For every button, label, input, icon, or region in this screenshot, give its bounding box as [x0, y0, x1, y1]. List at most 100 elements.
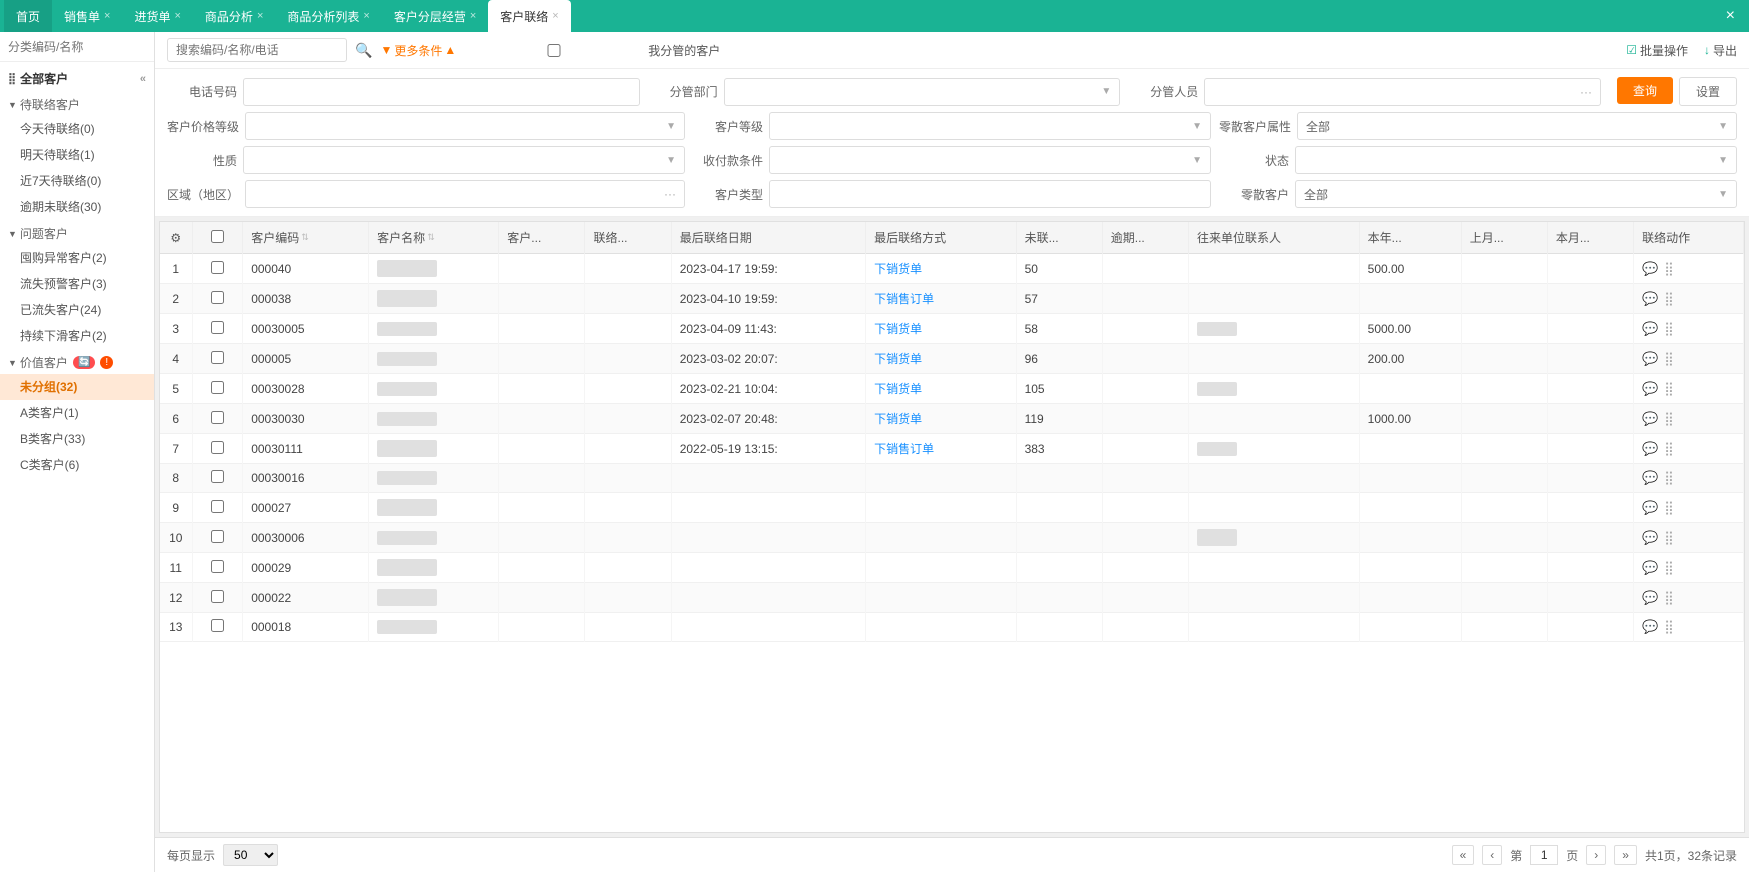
sort-icon-code[interactable]: ⇅ — [301, 232, 309, 243]
last-page-button[interactable]: » — [1614, 845, 1637, 865]
arrow-down-icon2: ▼ — [8, 229, 17, 239]
more-conditions-button[interactable]: ▼ 更多条件 ▲ — [380, 42, 456, 59]
close-purchase-order-icon[interactable]: × — [174, 10, 180, 22]
tab-customer-contact[interactable]: 客户联络 × — [488, 0, 570, 32]
customer-level-input[interactable]: ▼ — [769, 112, 1211, 140]
next-page-button[interactable]: › — [1586, 845, 1606, 865]
phone-input[interactable] — [243, 78, 640, 106]
per-page-select[interactable]: 50 100 200 — [223, 844, 278, 866]
query-button[interactable]: 查询 — [1617, 77, 1673, 104]
close-product-analysis-icon[interactable]: × — [257, 10, 263, 22]
sidebar-item-class-c[interactable]: C类客户(6) — [0, 452, 154, 478]
chat-icon[interactable]: 💬 — [1642, 470, 1658, 486]
sidebar-item-churn-warning[interactable]: 流失预警客户(3) — [0, 271, 154, 297]
chat-icon[interactable]: 💬 — [1642, 291, 1658, 307]
sidebar-item-churned[interactable]: 已流失客户(24) — [0, 297, 154, 323]
grid-action-icon[interactable]: ⣿ — [1664, 411, 1674, 427]
retail-attr-field: 零散客户属性 全部 ▼ — [1219, 112, 1737, 140]
price-level-input[interactable]: ▼ — [245, 112, 685, 140]
first-page-button[interactable]: « — [1452, 845, 1475, 865]
tab-product-analysis[interactable]: 商品分析 × — [193, 0, 275, 32]
my-customers-checkbox[interactable] — [464, 44, 644, 57]
tab-sales-order[interactable]: 销售单 × — [52, 0, 122, 32]
section-pending-contact[interactable]: ▼ 待联络客户 — [0, 91, 154, 116]
payment-terms-input[interactable]: ▼ — [769, 146, 1211, 174]
batch-operation-button[interactable]: ☑ 批量操作 — [1626, 42, 1688, 59]
sidebar-item-class-a[interactable]: A类客户(1) — [0, 400, 154, 426]
grid-action-icon[interactable]: ⣿ — [1664, 500, 1674, 516]
retail-attr-input[interactable]: 全部 ▼ — [1297, 112, 1737, 140]
sidebar-item-class-b[interactable]: B类客户(33) — [0, 426, 154, 452]
filter-actions: 查询 设置 — [1617, 77, 1737, 106]
retail-customer-input[interactable]: 全部 ▼ — [1295, 180, 1737, 208]
close-sales-order-icon[interactable]: × — [104, 10, 110, 22]
close-customer-contact-icon[interactable]: × — [552, 10, 558, 22]
sidebar-item-today[interactable]: 今天待联络(0) — [0, 116, 154, 142]
tab-customer-segment[interactable]: 客户分层经营 × — [382, 0, 488, 32]
search-button[interactable]: 🔍 — [355, 42, 372, 59]
grid-action-icon[interactable]: ⣿ — [1664, 321, 1674, 337]
content-area: 🔍 ▼ 更多条件 ▲ 我分管的客户 ☑ 批量操作 ↓ 导出 — [155, 32, 1749, 872]
region-input[interactable]: ··· — [245, 180, 685, 208]
tab-home[interactable]: 首页 — [4, 0, 52, 32]
dept-input[interactable]: ▼ — [724, 78, 1121, 106]
chat-icon[interactable]: 💬 — [1642, 560, 1658, 576]
sort-icon-name[interactable]: ⇅ — [427, 232, 435, 243]
contact-method-link[interactable]: 下销售订单 — [874, 442, 934, 456]
grid-action-icon[interactable]: ⣿ — [1664, 530, 1674, 546]
sidebar-item-overdue[interactable]: 逾期未联络(30) — [0, 194, 154, 220]
table-row: 4000005...2023-03-02 20:07:下销货单96200.00 … — [160, 344, 1744, 374]
prev-page-button[interactable]: ‹ — [1482, 845, 1502, 865]
chat-icon[interactable]: 💬 — [1642, 530, 1658, 546]
chat-icon[interactable]: 💬 — [1642, 411, 1658, 427]
grid-action-icon[interactable]: ⣿ — [1664, 351, 1674, 367]
sidebar-search-input[interactable] — [8, 40, 155, 54]
sidebar-item-tomorrow[interactable]: 明天待联络(1) — [0, 142, 154, 168]
contact-method-link[interactable]: 下销货单 — [874, 322, 922, 336]
section-problem-customers[interactable]: ▼ 问题客户 — [0, 220, 154, 245]
chat-icon[interactable]: 💬 — [1642, 590, 1658, 606]
close-product-analysis-list-icon[interactable]: × — [363, 10, 369, 22]
close-customer-segment-icon[interactable]: × — [470, 10, 476, 22]
chat-icon[interactable]: 💬 — [1642, 351, 1658, 367]
grid-action-icon[interactable]: ⣿ — [1664, 261, 1674, 277]
sidebar-item-7days[interactable]: 近7天待联络(0) — [0, 168, 154, 194]
chat-icon[interactable]: 💬 — [1642, 619, 1658, 635]
chat-icon[interactable]: 💬 — [1642, 441, 1658, 457]
all-customers-header[interactable]: ⣿ 全部客户 « — [0, 66, 154, 91]
window-close-button[interactable]: × — [1716, 7, 1745, 25]
manager-input[interactable]: ··· — [1204, 78, 1601, 106]
collapse-icon[interactable]: « — [140, 73, 146, 85]
chat-icon[interactable]: 💬 — [1642, 500, 1658, 516]
col-checkbox-all[interactable] — [192, 222, 243, 254]
contact-method-link[interactable]: 下销货单 — [874, 262, 922, 276]
grid-action-icon[interactable]: ⣿ — [1664, 619, 1674, 635]
contact-method-link[interactable]: 下销售订单 — [874, 292, 934, 306]
chat-icon[interactable]: 💬 — [1642, 321, 1658, 337]
grid-action-icon[interactable]: ⣿ — [1664, 590, 1674, 606]
chat-icon[interactable]: 💬 — [1642, 261, 1658, 277]
col-settings[interactable]: ⚙ — [160, 222, 192, 254]
grid-action-icon[interactable]: ⣿ — [1664, 291, 1674, 307]
section-value-customers[interactable]: ▼ 价值客户 🔄 ! — [0, 349, 154, 374]
select-all-checkbox[interactable] — [211, 230, 224, 243]
grid-action-icon[interactable]: ⣿ — [1664, 441, 1674, 457]
customer-type-input[interactable] — [769, 180, 1211, 208]
status-input[interactable]: ▼ — [1295, 146, 1737, 174]
grid-action-icon[interactable]: ⣿ — [1664, 560, 1674, 576]
nature-input[interactable]: ▼ — [243, 146, 685, 174]
reset-button[interactable]: 设置 — [1679, 77, 1737, 106]
grid-action-icon[interactable]: ⣿ — [1664, 381, 1674, 397]
sidebar-item-abnormal-purchase[interactable]: 囤购异常客户(2) — [0, 245, 154, 271]
sidebar-item-declining[interactable]: 持续下滑客户(2) — [0, 323, 154, 349]
tab-purchase-order[interactable]: 进货单 × — [122, 0, 192, 32]
chat-icon[interactable]: 💬 — [1642, 381, 1658, 397]
contact-method-link[interactable]: 下销货单 — [874, 352, 922, 366]
search-input[interactable] — [167, 38, 347, 62]
export-button[interactable]: ↓ 导出 — [1704, 42, 1737, 59]
tab-product-analysis-list[interactable]: 商品分析列表 × — [275, 0, 381, 32]
grid-action-icon[interactable]: ⣿ — [1664, 470, 1674, 486]
sidebar-item-ungroup[interactable]: 未分组(32) — [0, 374, 154, 400]
contact-method-link[interactable]: 下销货单 — [874, 412, 922, 426]
contact-method-link[interactable]: 下销货单 — [874, 382, 922, 396]
